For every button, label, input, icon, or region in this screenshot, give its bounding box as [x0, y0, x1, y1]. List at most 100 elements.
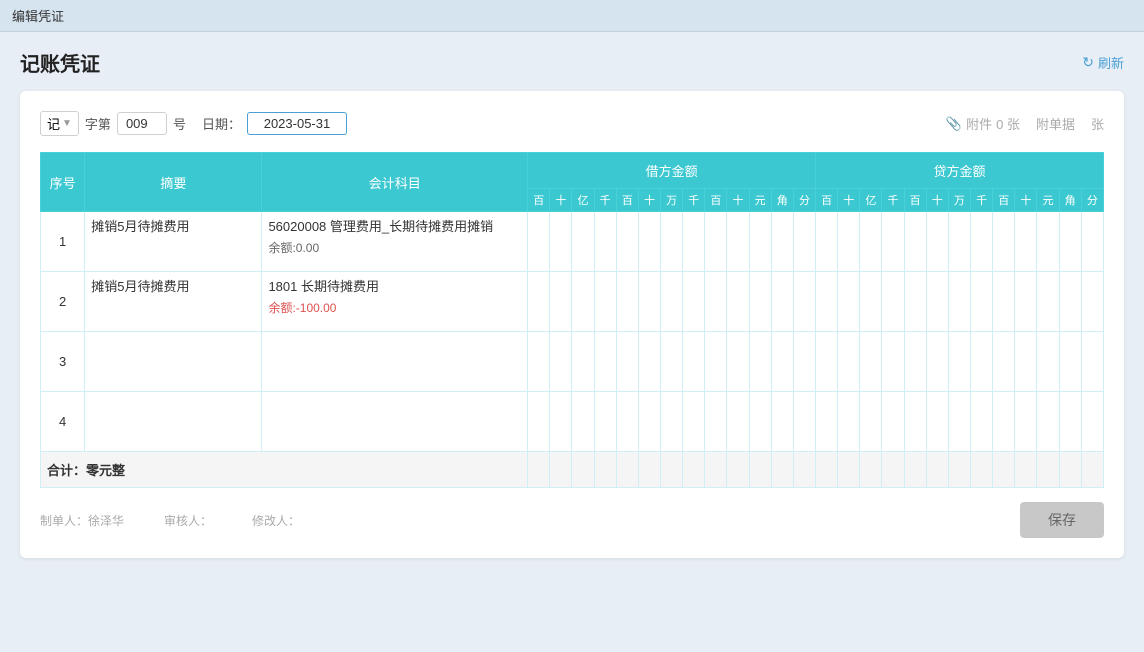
- row-2-seq[interactable]: 3: [41, 332, 85, 392]
- row-2-debit-11[interactable]: [771, 332, 793, 392]
- row-2-debit-12[interactable]: [793, 332, 815, 392]
- row-0-credit-0[interactable]: [816, 212, 838, 272]
- row-2-debit-2[interactable]: [572, 332, 594, 392]
- row-3-credit-3[interactable]: [882, 392, 904, 452]
- row-1-debit-2[interactable]: [572, 272, 594, 332]
- row-2-credit-0[interactable]: [816, 332, 838, 392]
- row-3-debit-11[interactable]: [771, 392, 793, 452]
- row-1-debit-3[interactable]: [594, 272, 616, 332]
- row-2-credit-12[interactable]: [1081, 332, 1103, 392]
- row-0-credit-4[interactable]: [904, 212, 926, 272]
- row-0-debit-0[interactable]: [528, 212, 550, 272]
- row-2-debit-4[interactable]: [616, 332, 638, 392]
- row-0-debit-4[interactable]: [616, 212, 638, 272]
- row-3-credit-11[interactable]: [1059, 392, 1081, 452]
- row-2-debit-10[interactable]: [749, 332, 771, 392]
- row-0-debit-5[interactable]: [638, 212, 660, 272]
- row-3-credit-12[interactable]: [1081, 392, 1103, 452]
- row-1-seq[interactable]: 2: [41, 272, 85, 332]
- row-3-credit-5[interactable]: [926, 392, 948, 452]
- row-2-account[interactable]: [262, 332, 528, 392]
- row-0-debit-7[interactable]: [683, 212, 705, 272]
- row-3-debit-5[interactable]: [638, 392, 660, 452]
- row-1-debit-12[interactable]: [793, 272, 815, 332]
- row-0-credit-7[interactable]: [971, 212, 993, 272]
- row-0-debit-9[interactable]: [727, 212, 749, 272]
- row-1-debit-6[interactable]: [661, 272, 683, 332]
- row-2-credit-8[interactable]: [993, 332, 1015, 392]
- row-0-credit-11[interactable]: [1059, 212, 1081, 272]
- row-1-credit-0[interactable]: [816, 272, 838, 332]
- row-3-debit-10[interactable]: [749, 392, 771, 452]
- row-3-debit-9[interactable]: [727, 392, 749, 452]
- row-3-credit-1[interactable]: [838, 392, 860, 452]
- row-2-credit-10[interactable]: [1037, 332, 1059, 392]
- row-1-debit-9[interactable]: [727, 272, 749, 332]
- row-2-debit-1[interactable]: [550, 332, 572, 392]
- row-1-credit-6[interactable]: [948, 272, 970, 332]
- row-3-debit-8[interactable]: [705, 392, 727, 452]
- row-0-credit-1[interactable]: [838, 212, 860, 272]
- row-2-credit-1[interactable]: [838, 332, 860, 392]
- row-1-credit-9[interactable]: [1015, 272, 1037, 332]
- row-0-credit-9[interactable]: [1015, 212, 1037, 272]
- row-0-debit-11[interactable]: [771, 212, 793, 272]
- row-3-credit-2[interactable]: [860, 392, 882, 452]
- row-1-credit-4[interactable]: [904, 272, 926, 332]
- row-3-credit-4[interactable]: [904, 392, 926, 452]
- row-1-summary[interactable]: 摊销5月待摊费用: [85, 272, 262, 332]
- date-field[interactable]: 2023-05-31: [247, 112, 347, 135]
- attachment-single-label[interactable]: 附单据: [1036, 114, 1075, 133]
- row-2-credit-11[interactable]: [1059, 332, 1081, 392]
- row-0-credit-3[interactable]: [882, 212, 904, 272]
- row-0-debit-6[interactable]: [661, 212, 683, 272]
- row-3-debit-4[interactable]: [616, 392, 638, 452]
- voucher-type-select[interactable]: 记 ▼: [40, 111, 79, 136]
- row-0-credit-6[interactable]: [948, 212, 970, 272]
- row-3-credit-9[interactable]: [1015, 392, 1037, 452]
- row-3-credit-0[interactable]: [816, 392, 838, 452]
- row-3-credit-10[interactable]: [1037, 392, 1059, 452]
- row-1-credit-8[interactable]: [993, 272, 1015, 332]
- row-0-debit-8[interactable]: [705, 212, 727, 272]
- row-0-credit-12[interactable]: [1081, 212, 1103, 272]
- row-1-credit-12[interactable]: [1081, 272, 1103, 332]
- row-2-debit-9[interactable]: [727, 332, 749, 392]
- row-0-debit-3[interactable]: [594, 212, 616, 272]
- row-1-debit-5[interactable]: [638, 272, 660, 332]
- row-3-debit-0[interactable]: [528, 392, 550, 452]
- attachment-link[interactable]: 📎 附件 0 张: [946, 114, 1020, 133]
- row-3-credit-8[interactable]: [993, 392, 1015, 452]
- row-1-debit-10[interactable]: [749, 272, 771, 332]
- row-1-debit-1[interactable]: [550, 272, 572, 332]
- voucher-number-field[interactable]: 009: [117, 112, 167, 135]
- row-2-credit-7[interactable]: [971, 332, 993, 392]
- row-3-debit-6[interactable]: [661, 392, 683, 452]
- row-0-debit-1[interactable]: [550, 212, 572, 272]
- row-2-credit-4[interactable]: [904, 332, 926, 392]
- row-3-debit-2[interactable]: [572, 392, 594, 452]
- row-3-summary[interactable]: [85, 392, 262, 452]
- row-1-debit-11[interactable]: [771, 272, 793, 332]
- row-1-debit-0[interactable]: [528, 272, 550, 332]
- row-2-credit-2[interactable]: [860, 332, 882, 392]
- row-3-debit-1[interactable]: [550, 392, 572, 452]
- row-1-credit-5[interactable]: [926, 272, 948, 332]
- row-3-credit-6[interactable]: [948, 392, 970, 452]
- row-1-debit-4[interactable]: [616, 272, 638, 332]
- row-2-debit-7[interactable]: [683, 332, 705, 392]
- row-1-credit-2[interactable]: [860, 272, 882, 332]
- refresh-button[interactable]: ↻ 刷新: [1082, 53, 1124, 72]
- row-2-credit-9[interactable]: [1015, 332, 1037, 392]
- save-button[interactable]: 保存: [1020, 502, 1104, 538]
- row-0-credit-10[interactable]: [1037, 212, 1059, 272]
- row-2-credit-6[interactable]: [948, 332, 970, 392]
- row-3-debit-12[interactable]: [793, 392, 815, 452]
- row-0-debit-10[interactable]: [749, 212, 771, 272]
- row-3-seq[interactable]: 4: [41, 392, 85, 452]
- row-1-credit-10[interactable]: [1037, 272, 1059, 332]
- row-1-credit-11[interactable]: [1059, 272, 1081, 332]
- row-0-seq[interactable]: 1: [41, 212, 85, 272]
- row-2-debit-0[interactable]: [528, 332, 550, 392]
- row-3-account[interactable]: [262, 392, 528, 452]
